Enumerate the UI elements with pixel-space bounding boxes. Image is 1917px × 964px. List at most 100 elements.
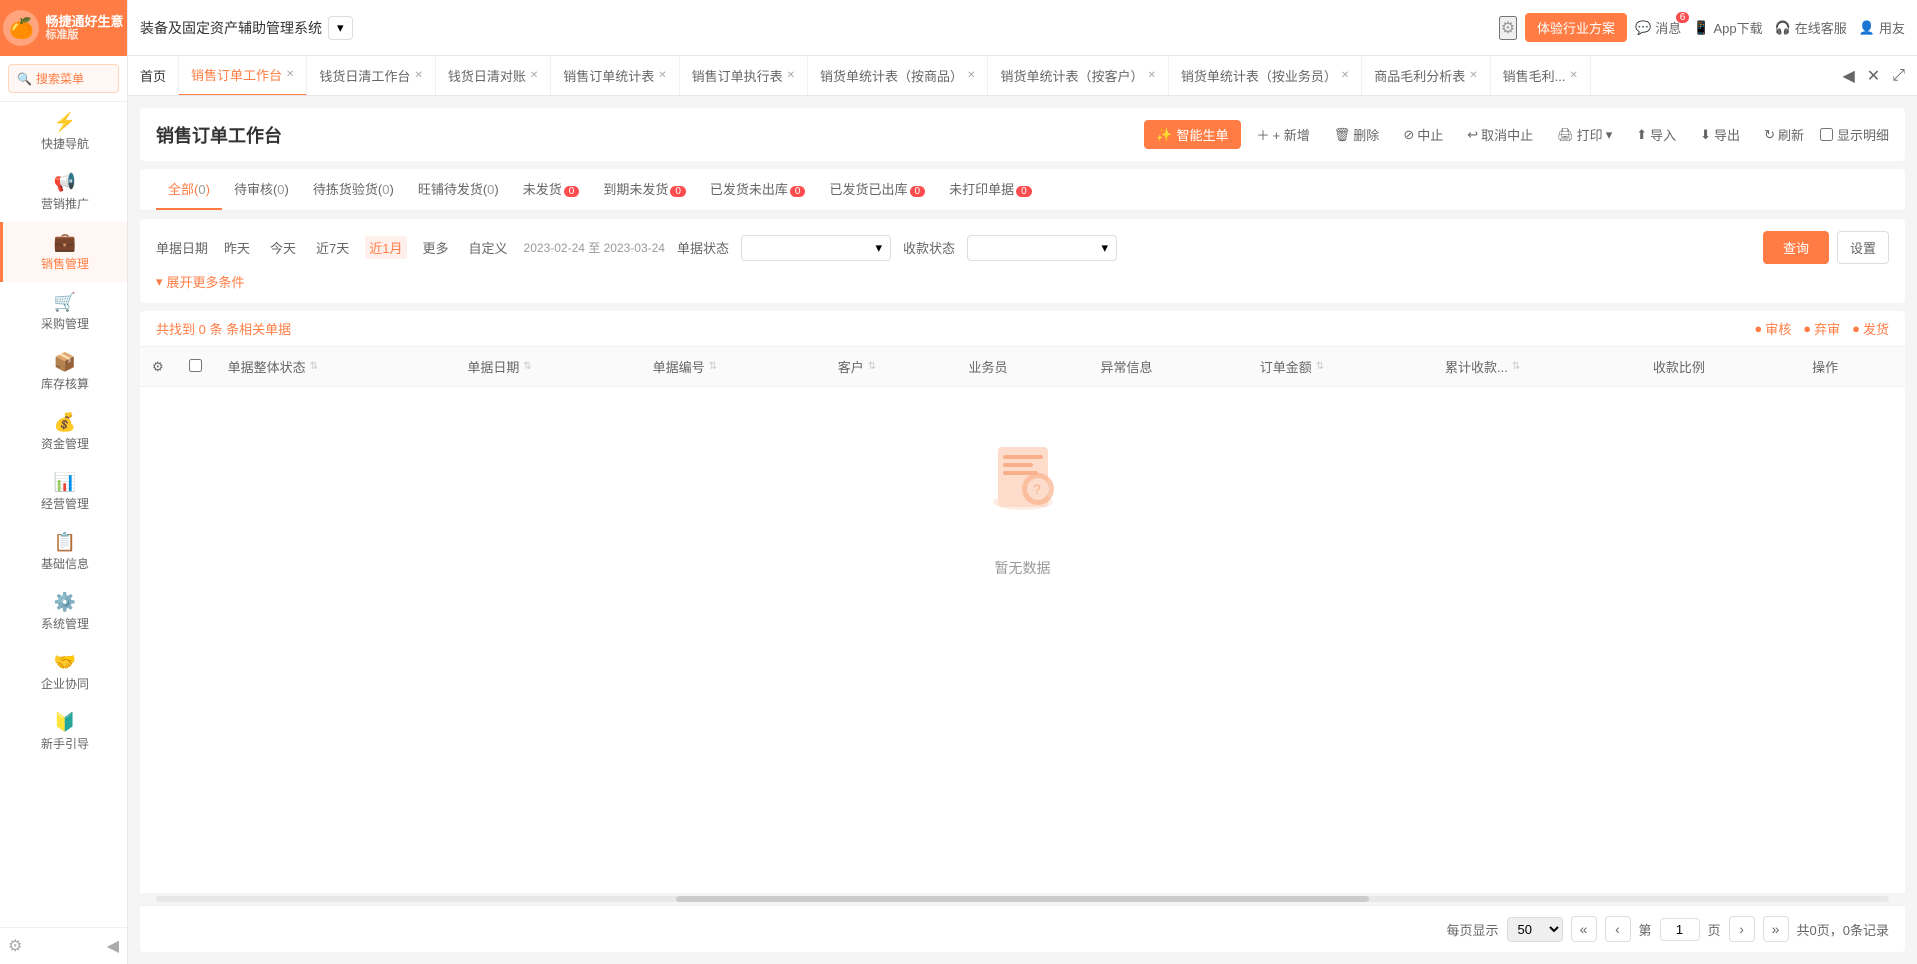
sidebar-item-system[interactable]: ⚙️ 系统管理 [0, 582, 127, 642]
sub-tab-pending-inspect[interactable]: 待拣货验货(0) [301, 169, 406, 210]
page-number-input[interactable] [1660, 918, 1700, 941]
date-yesterday-button[interactable]: 昨天 [220, 236, 254, 259]
topbar-settings-button[interactable]: ⚙ [1499, 16, 1517, 40]
tab-close-sales-more[interactable]: ✕ [1570, 70, 1578, 81]
topbar-right: 💬 消息 6 📱 App下载 🎧 在线客服 👤 用友 [1635, 18, 1905, 37]
tab-sales-stat-customer[interactable]: 销货单统计表（按客户） ✕ [988, 56, 1168, 96]
delete-button[interactable]: 🗑 删除 [1326, 121, 1388, 148]
select-all-checkbox[interactable] [189, 359, 202, 372]
last-page-button[interactable]: » [1763, 916, 1789, 942]
print-button[interactable]: 🖨 打印 ▾ [1549, 121, 1620, 148]
sidebar-item-finance[interactable]: 💰 资金管理 [0, 402, 127, 462]
show-detail-checkbox[interactable] [1820, 128, 1833, 141]
tab-close-sales-exec[interactable]: ✕ [787, 70, 795, 81]
tab-close-sales-workbench[interactable]: ✕ [286, 69, 294, 80]
prev-page-button[interactable]: ‹ [1605, 916, 1631, 942]
void-button[interactable]: ● 弃审 [1803, 319, 1840, 338]
tab-sales-more[interactable]: 销售毛利... ✕ [1491, 56, 1591, 96]
sidebar-item-quick-nav[interactable]: ⚡ 快捷导航 [0, 102, 127, 162]
query-button[interactable]: 查询 [1763, 231, 1829, 264]
filter-setting-button[interactable]: 设置 [1837, 231, 1889, 264]
sidebar-item-guide[interactable]: 🔰 新手引导 [0, 702, 127, 762]
page-size-select[interactable]: 50 10 20 100 [1507, 917, 1563, 942]
col-number[interactable]: 单据编号 ⇅ [641, 347, 826, 387]
tab-cash-reconcile[interactable]: 钱货日清对账 ✕ [436, 56, 551, 96]
close-all-tabs-button[interactable]: ✕ [1863, 64, 1884, 88]
sub-tab-shipped-not-out[interactable]: 已发货未出库0 [698, 169, 818, 210]
col-checkbox[interactable] [176, 347, 216, 387]
tab-sales-stat-salesman[interactable]: 销货单统计表（按业务员） ✕ [1169, 56, 1362, 96]
date-today-button[interactable]: 今天 [266, 236, 300, 259]
industry-solution-button[interactable]: 体验行业方案 [1525, 13, 1627, 42]
settings-button[interactable]: ⚙ [8, 936, 22, 956]
online-service-button[interactable]: 🎧 在线客服 [1775, 18, 1847, 37]
tabs-bar: 首页 销售订单工作台 ✕ 钱货日清工作台 ✕ 钱货日清对账 ✕ 销售订单统计表 … [128, 56, 1917, 96]
show-detail-toggle[interactable]: 显示明细 [1820, 125, 1889, 144]
tab-close-sales-stat-salesman[interactable]: ✕ [1341, 70, 1349, 81]
sort-icon: ⇅ [310, 361, 318, 372]
ship-button[interactable]: ● 发货 [1852, 319, 1889, 338]
col-status[interactable]: 单据整体状态 ⇅ [216, 347, 456, 387]
tab-sales-workbench[interactable]: 销售订单工作台 ✕ [179, 56, 307, 96]
sidebar-item-marketing[interactable]: 📢 营销推广 [0, 162, 127, 222]
sub-tab-wangpu[interactable]: 旺铺待发货(0) [406, 169, 511, 210]
tab-gross-profit[interactable]: 商品毛利分析表 ✕ [1362, 56, 1490, 96]
sub-tab-unprinted[interactable]: 未打印单据0 [937, 169, 1044, 210]
sidebar-item-inventory[interactable]: 📦 库存核算 [0, 342, 127, 402]
import-button[interactable]: ⬆ 导入 [1628, 121, 1684, 148]
app-download-button[interactable]: 📱 App下载 [1693, 18, 1762, 37]
payment-filter-select[interactable]: ▾ [967, 235, 1117, 261]
ai-generate-button[interactable]: ✨ 智能生单 [1144, 120, 1240, 149]
tab-sales-stat[interactable]: 销售订单统计表 ✕ [551, 56, 679, 96]
collapse-sidebar-button[interactable]: ◀ [107, 936, 119, 956]
system-dropdown[interactable]: ▾ [328, 16, 353, 40]
sub-tab-unshipped[interactable]: 未发货0 [511, 169, 592, 210]
col-settings[interactable]: ⚙ [140, 347, 176, 387]
sub-tab-overdue[interactable]: 到期未发货0 [591, 169, 698, 210]
tabs-prev-button[interactable]: ◀ [1838, 64, 1858, 88]
first-page-button[interactable]: « [1571, 916, 1597, 942]
date-7days-button[interactable]: 近7天 [312, 236, 353, 259]
horizontal-scrollbar[interactable] [140, 893, 1905, 905]
stop-button[interactable]: ⊘ 中止 [1395, 121, 1451, 148]
cancel-stop-button[interactable]: ↩ 取消中止 [1459, 121, 1541, 148]
sidebar-item-operations[interactable]: 📊 经营管理 [0, 462, 127, 522]
export-button[interactable]: ⬇ 导出 [1692, 121, 1748, 148]
next-page-button[interactable]: › [1729, 916, 1755, 942]
col-amount[interactable]: 订单金额 ⇅ [1248, 347, 1433, 387]
user-menu[interactable]: 👤 用友 [1859, 18, 1905, 37]
tab-home[interactable]: 首页 [128, 56, 179, 96]
status-filter-select[interactable]: ▾ [741, 235, 891, 261]
tab-close-sales-stat-product[interactable]: ✕ [967, 70, 975, 81]
new-button[interactable]: ＋ + 新增 [1249, 121, 1318, 148]
messages-button[interactable]: 💬 消息 6 [1635, 18, 1681, 37]
tab-sales-exec[interactable]: 销售订单执行表 ✕ [680, 56, 808, 96]
col-accumulated[interactable]: 累计收款... ⇅ [1433, 347, 1641, 387]
tab-close-sales-stat[interactable]: ✕ [658, 70, 666, 81]
audit-button[interactable]: ● 审核 [1754, 319, 1791, 338]
maximize-button[interactable]: ⤢ [1888, 65, 1909, 87]
main-content: 装备及固定资产辅助管理系统 ▾ ⚙ 体验行业方案 💬 消息 6 📱 App下载 … [128, 0, 1917, 964]
sub-tab-all[interactable]: 全部(0) [156, 169, 222, 210]
tab-close-gross-profit[interactable]: ✕ [1469, 70, 1477, 81]
tab-close-sales-stat-customer[interactable]: ✕ [1147, 70, 1155, 81]
sidebar-item-purchase[interactable]: 🛒 采购管理 [0, 282, 127, 342]
tab-close-cash-reconcile[interactable]: ✕ [530, 70, 538, 81]
sub-tab-shipped-out[interactable]: 已发货已出库0 [817, 169, 937, 210]
sidebar-item-sales[interactable]: 💼 销售管理 [0, 222, 127, 282]
sidebar-item-enterprise[interactable]: 🤝 企业协同 [0, 642, 127, 702]
empty-icon: ? [973, 427, 1073, 546]
expand-filters-button[interactable]: ▾ 展开更多条件 [156, 272, 1889, 291]
date-custom-button[interactable]: 自定义 [465, 236, 512, 259]
sidebar-item-basic[interactable]: 📋 基础信息 [0, 522, 127, 582]
col-customer[interactable]: 客户 ⇅ [826, 347, 957, 387]
refresh-button[interactable]: ↻ 刷新 [1756, 121, 1812, 148]
tab-sales-stat-product[interactable]: 销货单统计表（按商品） ✕ [808, 56, 988, 96]
date-1month-button[interactable]: 近1月 [365, 236, 406, 259]
tab-close-cash-daily[interactable]: ✕ [414, 70, 422, 81]
search-menu-button[interactable]: 🔍 搜索菜单 [8, 64, 119, 93]
tab-cash-daily[interactable]: 钱货日清工作台 ✕ [307, 56, 435, 96]
col-date[interactable]: 单据日期 ⇅ [455, 347, 640, 387]
sub-tab-pending-audit[interactable]: 待审核(0) [222, 169, 301, 210]
date-more-button[interactable]: 更多 [419, 236, 453, 259]
